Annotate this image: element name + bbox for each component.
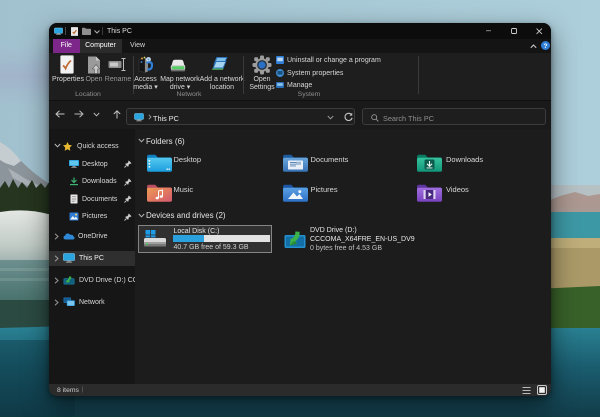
svg-text:?: ?: [544, 43, 548, 50]
